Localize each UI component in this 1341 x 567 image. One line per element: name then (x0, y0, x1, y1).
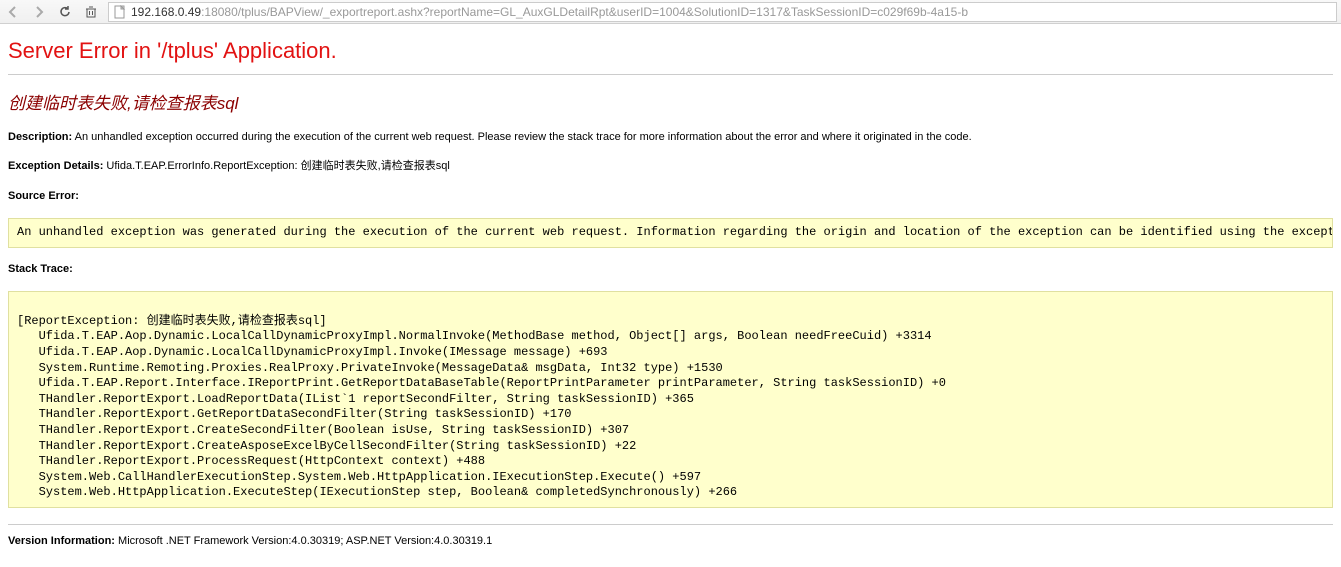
version-text: Microsoft .NET Framework Version:4.0.303… (115, 535, 492, 547)
exception-message: 创建临时表失败,请检查报表sql (8, 89, 1333, 114)
description-label: Description: (8, 131, 72, 143)
description-text: An unhandled exception occurred during t… (72, 131, 971, 143)
back-button[interactable] (4, 3, 22, 21)
exception-details-row: Exception Details: Ufida.T.EAP.ErrorInfo… (8, 159, 1333, 174)
error-page: Server Error in '/tplus' Application. 创建… (0, 24, 1341, 567)
divider (8, 524, 1333, 525)
source-error-block: An unhandled exception was generated dur… (8, 218, 1333, 248)
divider (8, 74, 1333, 75)
description-row: Description: An unhandled exception occu… (8, 130, 1333, 145)
exception-details-label: Exception Details: (8, 160, 103, 172)
stack-trace-label: Stack Trace: (8, 263, 73, 275)
stack-trace-label-row: Stack Trace: (8, 262, 1333, 277)
stack-trace-block: [ReportException: 创建临时表失败,请检查报表sql] Ufid… (8, 291, 1333, 508)
source-error-label: Source Error: (8, 190, 79, 202)
reload-button[interactable] (56, 3, 74, 21)
url-path: :18080/tplus/BAPView/_exportreport.ashx?… (201, 5, 968, 19)
error-title: Server Error in '/tplus' Application. (8, 38, 1333, 64)
source-error-label-row: Source Error: (8, 189, 1333, 204)
trash-button[interactable] (82, 3, 100, 21)
version-label: Version Information: (8, 535, 115, 547)
url-bar[interactable]: 192.168.0.49:18080/tplus/BAPView/_export… (108, 2, 1337, 22)
exception-details-text: Ufida.T.EAP.ErrorInfo.ReportException: 创… (103, 160, 449, 172)
url-host: 192.168.0.49 (131, 5, 201, 19)
version-row: Version Information: Microsoft .NET Fram… (8, 535, 1333, 547)
browser-toolbar: 192.168.0.49:18080/tplus/BAPView/_export… (0, 0, 1341, 24)
forward-button[interactable] (30, 3, 48, 21)
page-icon (113, 5, 127, 19)
